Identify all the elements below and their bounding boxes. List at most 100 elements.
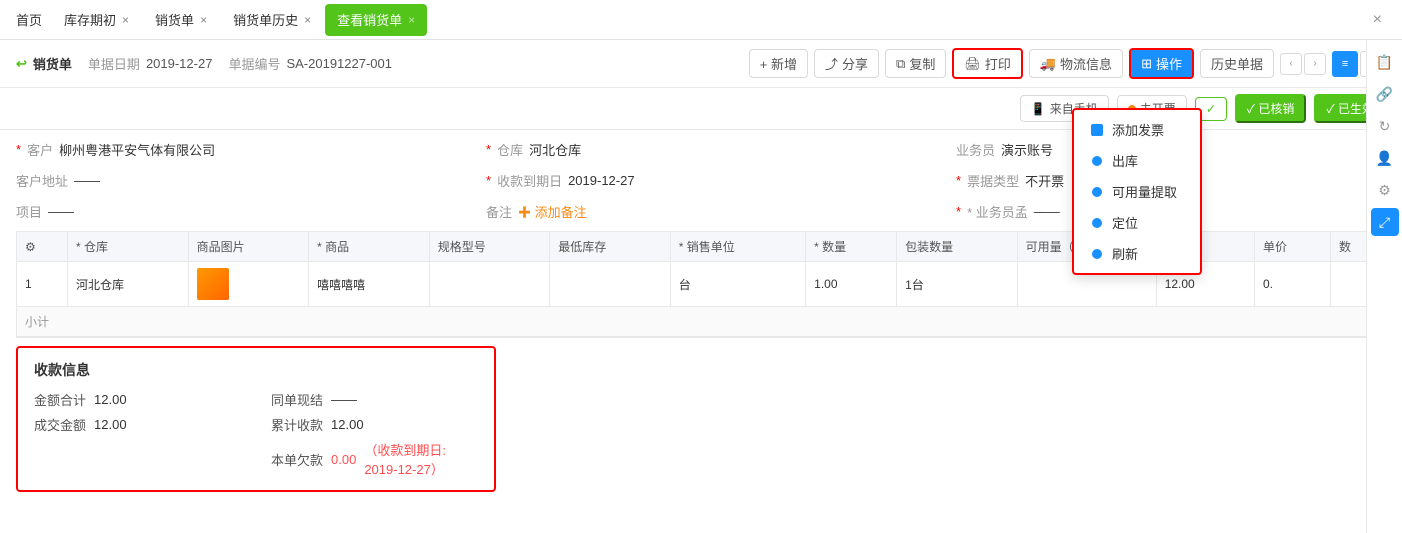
tab-sales-history-close[interactable]: × bbox=[304, 13, 311, 27]
invoice-required: * bbox=[956, 173, 961, 188]
address-field: 客户地址 —— bbox=[16, 171, 446, 190]
invoice-label: 票据类型 bbox=[967, 171, 1019, 190]
history-button[interactable]: 历史单据 bbox=[1200, 49, 1274, 78]
col-sales-unit: * 销售单位 bbox=[670, 232, 805, 262]
sidebar-user-icon[interactable]: 👤 bbox=[1371, 144, 1399, 172]
available-qty-item[interactable]: 可用量提取 bbox=[1074, 176, 1200, 207]
remark-label: 备注 bbox=[486, 202, 512, 221]
col-package-qty: 包装数量 bbox=[897, 232, 1018, 262]
total-amount-item: 金额合计 12.00 bbox=[34, 390, 241, 409]
same-order-value: —— bbox=[331, 392, 357, 407]
circle-icon bbox=[1092, 156, 1102, 166]
doc-number-label: 单据编号 bbox=[228, 54, 280, 73]
tab-view-sales[interactable]: 查看销货单 × bbox=[325, 4, 427, 36]
cumulative-label: 累计收款 bbox=[271, 415, 323, 434]
effective-icon: ✓ bbox=[1326, 102, 1334, 116]
payment-box: 收款信息 金额合计 12.00 同单现结 —— 成交金额 12.00 累计收款 … bbox=[16, 346, 496, 492]
salesperson-label: 业务员 bbox=[956, 140, 995, 159]
row-product-img bbox=[188, 262, 309, 307]
remark-field: 备注 ✚ 添加备注 bbox=[486, 202, 916, 221]
row-package-qty: 1台 bbox=[897, 262, 1018, 307]
col-quantity: * 数量 bbox=[806, 232, 897, 262]
project-label: 项目 bbox=[16, 202, 42, 221]
share-button[interactable]: ⤴ 分享 bbox=[814, 49, 879, 78]
sidebar-refresh-icon[interactable]: ↻ bbox=[1371, 112, 1399, 140]
row-index: 1 bbox=[17, 262, 68, 307]
salesperson2-value: —— bbox=[1034, 204, 1060, 219]
tab-sales-close[interactable]: × bbox=[200, 13, 207, 27]
next-button[interactable]: › bbox=[1304, 53, 1326, 75]
add-invoice-icon bbox=[1090, 123, 1104, 137]
view-list-button[interactable]: ≡ bbox=[1332, 51, 1358, 77]
new-button[interactable]: + 新增 bbox=[749, 49, 808, 78]
col-product: * 商品 bbox=[309, 232, 430, 262]
salesperson2-label: * 业务员孟 bbox=[967, 202, 1028, 221]
subtotal-label: 小计 bbox=[17, 307, 1385, 337]
nav-arrows: ‹ › bbox=[1280, 53, 1326, 75]
sidebar-settings-icon[interactable]: ⚙ bbox=[1371, 176, 1399, 204]
available-qty-icon bbox=[1090, 185, 1104, 199]
doc-title-text: 销货单 bbox=[33, 54, 72, 73]
due-value: 0.00 bbox=[331, 452, 356, 467]
tab-inventory-close[interactable]: × bbox=[122, 13, 129, 27]
print-button[interactable]: 🖨 打印 bbox=[952, 48, 1023, 79]
square-icon bbox=[1091, 124, 1103, 136]
row-quantity: 1.00 bbox=[806, 262, 897, 307]
row-price: 0. bbox=[1255, 262, 1331, 307]
tab-view-sales-close[interactable]: × bbox=[408, 13, 415, 27]
copy-button[interactable]: ⧉ 复制 bbox=[885, 49, 946, 78]
content-area: ↩ 销货单 单据日期 2019-12-27 单据编号 SA-20191227-0… bbox=[0, 40, 1402, 533]
salesperson-value: 演示账号 bbox=[1001, 140, 1053, 159]
verified-icon: ✓ bbox=[1247, 102, 1255, 116]
sidebar-document-icon[interactable]: 📋 bbox=[1371, 48, 1399, 76]
doc-number-group: 单据编号 SA-20191227-001 bbox=[228, 54, 392, 73]
operations-icon: ⊞ bbox=[1141, 56, 1152, 72]
customer-field: * 客户 柳州粤港平安气体有限公司 bbox=[16, 140, 446, 159]
global-close-button[interactable]: × bbox=[1361, 11, 1394, 29]
col-settings[interactable]: ⚙ bbox=[17, 232, 68, 262]
address-value: —— bbox=[74, 173, 100, 188]
tab-sales-history[interactable]: 销货单历史 × bbox=[221, 4, 323, 36]
row-spec bbox=[429, 262, 550, 307]
payment-title: 收款信息 bbox=[34, 360, 478, 380]
sidebar-link-icon[interactable]: 🔗 bbox=[1371, 80, 1399, 108]
add-invoice-item[interactable]: 添加发票 bbox=[1074, 114, 1200, 145]
doc-icon: ↩ bbox=[16, 56, 27, 72]
tab-bar: 首页 库存期初 × 销货单 × 销货单历史 × 查看销货单 × × bbox=[0, 0, 1402, 40]
location-item[interactable]: 定位 bbox=[1074, 207, 1200, 238]
tab-inventory[interactable]: 库存期初 × bbox=[52, 4, 141, 36]
prev-button[interactable]: ‹ bbox=[1280, 53, 1302, 75]
tab-home[interactable]: 首页 bbox=[8, 10, 50, 29]
outbound-item[interactable]: 出库 bbox=[1074, 145, 1200, 176]
invoice-value: 不开票 bbox=[1025, 171, 1064, 190]
add-remark-button[interactable]: ✚ 添加备注 bbox=[518, 202, 587, 221]
logistics-button[interactable]: 🚚 物流信息 bbox=[1029, 49, 1123, 78]
right-sidebar: 📋 🔗 ↻ 👤 ⚙ ⤢ bbox=[1366, 40, 1402, 533]
tab-sales[interactable]: 销货单 × bbox=[143, 4, 219, 36]
mobile-icon: 📱 bbox=[1031, 102, 1046, 116]
row-product: 嘻嘻嘻嘻 bbox=[309, 262, 430, 307]
print-icon: 🖨 bbox=[964, 56, 981, 72]
warehouse-field: * 仓库 河北仓库 bbox=[486, 140, 916, 159]
payment-date-label: 收款到期日 bbox=[497, 171, 562, 190]
payment-date-required: * bbox=[486, 173, 491, 188]
payment-date-field: * 收款到期日 2019-12-27 bbox=[486, 171, 916, 190]
circle-icon-4 bbox=[1092, 249, 1102, 259]
salesperson2-required: * bbox=[956, 204, 961, 219]
address-label: 客户地址 bbox=[16, 171, 68, 190]
sidebar-expand-icon[interactable]: ⤢ bbox=[1371, 208, 1399, 236]
verified-cancel-button[interactable]: ✓ 已核销 bbox=[1235, 94, 1307, 123]
refresh-item[interactable]: 刷新 bbox=[1074, 238, 1200, 269]
tab-sales-label: 销货单 bbox=[155, 10, 194, 29]
doc-title: ↩ 销货单 bbox=[16, 54, 72, 73]
col-min-stock: 最低库存 bbox=[550, 232, 671, 262]
deal-amount-label: 成交金额 bbox=[34, 415, 86, 434]
operations-button[interactable]: ⊞ 操作 bbox=[1129, 48, 1194, 79]
same-order-item: 同单现结 —— bbox=[271, 390, 478, 409]
doc-number-value: SA-20191227-001 bbox=[286, 56, 392, 71]
total-amount-label: 金额合计 bbox=[34, 390, 86, 409]
refresh-label: 刷新 bbox=[1112, 244, 1138, 263]
same-order-label: 同单现结 bbox=[271, 390, 323, 409]
warehouse-label: 仓库 bbox=[497, 140, 523, 159]
row-sales-unit: 台 bbox=[670, 262, 805, 307]
